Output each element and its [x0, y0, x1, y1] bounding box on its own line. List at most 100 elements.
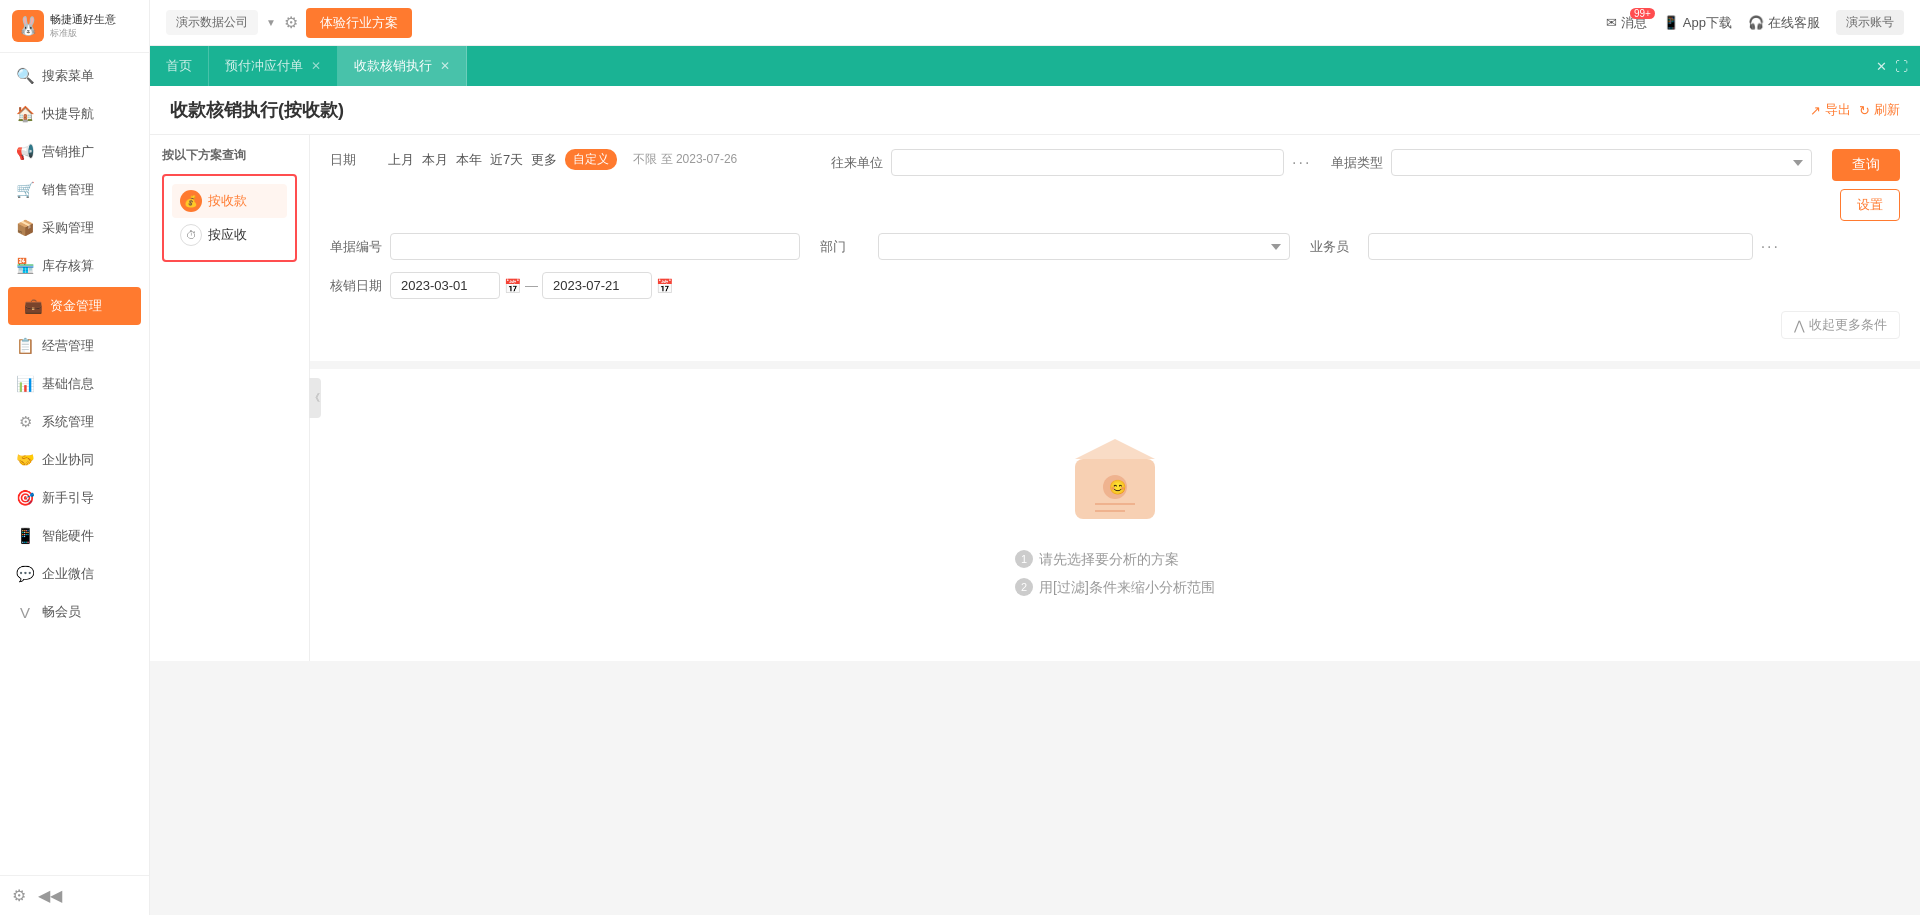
- verify-date-end-input[interactable]: 2023-07-21: [542, 272, 652, 299]
- app-container: 🐰 畅捷通好生意 标准版 🔍 搜索菜单 🏠 快捷导航 📢 营销推广 🛒: [0, 0, 1920, 915]
- empty-section: 😊 1 请先选择要分析的方案: [310, 361, 1920, 661]
- box-icon: 📦: [16, 219, 34, 237]
- handshake-icon: 🤝: [16, 451, 34, 469]
- date-more[interactable]: 更多: [531, 151, 557, 169]
- date-separator: —: [525, 278, 538, 293]
- sidebar-item-quicknav[interactable]: 🏠 快捷导航: [0, 95, 149, 133]
- date-last-month[interactable]: 上月: [388, 151, 414, 169]
- date-custom[interactable]: 自定义: [565, 149, 617, 170]
- sidebar-item-enterprise[interactable]: 🤝 企业协同: [0, 441, 149, 479]
- party-input[interactable]: [891, 149, 1284, 176]
- vip-icon: V: [16, 604, 34, 621]
- filter-by-receivable[interactable]: ⏱ 按应收: [172, 218, 287, 252]
- dept-row: 部门: [820, 233, 1290, 260]
- sidebar-item-funds[interactable]: 💼 资金管理: [8, 287, 141, 325]
- date-7days[interactable]: 近7天: [490, 151, 523, 169]
- verify-date-label: 核销日期: [330, 277, 382, 295]
- collapse-sidebar-icon[interactable]: ◀◀: [38, 886, 62, 905]
- briefcase-icon: 💼: [24, 297, 42, 315]
- date-this-year[interactable]: 本年: [456, 151, 482, 169]
- maximize-window-icon[interactable]: ⛶: [1895, 59, 1908, 74]
- dept-label: 部门: [820, 238, 870, 256]
- tab-verify[interactable]: 收款核销执行 ✕: [338, 46, 467, 86]
- logo-icon: 🐰: [12, 10, 44, 42]
- clipboard-icon: 📋: [16, 337, 34, 355]
- verify-date-start-input[interactable]: 2023-03-01: [390, 272, 500, 299]
- sidebar-item-operations[interactable]: 📋 经营管理: [0, 327, 149, 365]
- svg-text:😊: 😊: [1109, 479, 1127, 496]
- online-service-btn[interactable]: 🎧 在线客服: [1748, 14, 1820, 32]
- app-download-btn[interactable]: 📱 App下载: [1663, 14, 1732, 32]
- settings-bottom-icon[interactable]: ⚙: [12, 886, 26, 905]
- collapse-more: ⋀ 收起更多条件: [330, 303, 1900, 347]
- company-dropdown-icon[interactable]: ▼: [266, 17, 276, 28]
- home-icon: 🏠: [16, 105, 34, 123]
- filter-by-receipt[interactable]: 💰 按收款: [172, 184, 287, 218]
- export-button[interactable]: ↗ 导出: [1810, 101, 1851, 119]
- order-type-select[interactable]: [1391, 149, 1812, 176]
- sidebar-item-member[interactable]: V 畅会员: [0, 593, 149, 631]
- date-shortcuts: 上月 本月 本年 近7天 更多 自定义 不限 至 2023-07-26: [388, 149, 811, 170]
- device-icon: 📱: [16, 527, 34, 545]
- query-section: 日期 上月 本月 本年 近7天 更多 自定义 不限 至 2023-07-26: [310, 135, 1920, 361]
- sidebar-item-marketing[interactable]: 📢 营销推广: [0, 133, 149, 171]
- cart-icon: 🛒: [16, 181, 34, 199]
- collapse-filter-btn[interactable]: 《: [309, 378, 321, 418]
- sidebar-item-purchase[interactable]: 📦 采购管理: [0, 209, 149, 247]
- message-badge: 99+: [1630, 8, 1655, 19]
- page-header: 收款核销执行(按收款) ↗ 导出 ↻ 刷新: [150, 86, 1920, 135]
- staff-dots-btn[interactable]: ···: [1761, 238, 1780, 256]
- collapse-more-btn[interactable]: ⋀ 收起更多条件: [1781, 311, 1900, 339]
- order-no-row: 单据编号: [330, 233, 800, 260]
- industry-btn[interactable]: 体验行业方案: [306, 8, 412, 38]
- query-button[interactable]: 查询: [1832, 149, 1900, 181]
- settings-button[interactable]: 设置: [1840, 189, 1900, 221]
- dept-select[interactable]: [878, 233, 1290, 260]
- party-row: 往来单位 ···: [831, 149, 1312, 176]
- tab-prepayment[interactable]: 预付冲应付单 ✕: [209, 46, 338, 86]
- sidebar-bottom: ⚙ ◀◀: [0, 875, 149, 915]
- topbar-gear-icon[interactable]: ⚙: [284, 13, 298, 32]
- sidebar-item-system[interactable]: ⚙ 系统管理: [0, 403, 149, 441]
- filter-panel-title: 按以下方案查询: [162, 147, 297, 164]
- content-wrapper: 按以下方案查询 💰 按收款 ⏱ 按应收 《: [150, 135, 1920, 661]
- user-avatar[interactable]: 演示账号: [1836, 10, 1904, 35]
- store-icon: 🏪: [16, 257, 34, 275]
- order-no-input[interactable]: [390, 233, 800, 260]
- empty-illustration: 😊: [1055, 429, 1175, 529]
- order-type-row: 单据类型: [1331, 149, 1812, 176]
- main-container: 演示数据公司 ▼ ⚙ 体验行业方案 ✉ 消息 99+ 📱 App下载 🎧 在线客…: [150, 0, 1920, 915]
- sidebar-item-sales[interactable]: 🛒 销售管理: [0, 171, 149, 209]
- chat-icon: 💬: [16, 565, 34, 583]
- sidebar-item-inventory[interactable]: 🏪 库存核算: [0, 247, 149, 285]
- empty-step-2: 2 用[过滤]条件来缩小分析范围: [1015, 573, 1215, 601]
- export-icon: ↗: [1810, 103, 1821, 118]
- date-this-month[interactable]: 本月: [422, 151, 448, 169]
- logo-badge: 标准版: [50, 27, 116, 40]
- headset-icon: 🎧: [1748, 15, 1764, 30]
- refresh-button[interactable]: ↻ 刷新: [1859, 101, 1900, 119]
- order-no-label: 单据编号: [330, 238, 382, 256]
- close-window-icon[interactable]: ✕: [1876, 59, 1887, 74]
- verify-date-end-cal-icon[interactable]: 📅: [656, 278, 673, 294]
- tab-close-prepayment[interactable]: ✕: [311, 59, 321, 73]
- sidebar-item-search[interactable]: 🔍 搜索菜单: [0, 57, 149, 95]
- verify-date-start-cal-icon[interactable]: 📅: [504, 278, 521, 294]
- tab-home[interactable]: 首页: [150, 46, 209, 86]
- page-actions: ↗ 导出 ↻ 刷新: [1810, 101, 1900, 119]
- query-action-col: 查询 设置: [1832, 149, 1900, 221]
- company-name-display: 演示数据公司: [166, 10, 258, 35]
- sidebar-nav: 🔍 搜索菜单 🏠 快捷导航 📢 营销推广 🛒 销售管理 📦 采购管理 🏪: [0, 53, 149, 875]
- chart-icon: 📊: [16, 375, 34, 393]
- empty-steps: 1 请先选择要分析的方案 2 用[过滤]条件来缩小分析范围: [1015, 545, 1215, 601]
- staff-input[interactable]: [1368, 233, 1753, 260]
- sidebar-item-basicinfo[interactable]: 📊 基础信息: [0, 365, 149, 403]
- message-btn[interactable]: ✉ 消息 99+: [1606, 14, 1647, 32]
- sidebar-item-wechat[interactable]: 💬 企业微信: [0, 555, 149, 593]
- tab-close-verify[interactable]: ✕: [440, 59, 450, 73]
- topbar: 演示数据公司 ▼ ⚙ 体验行业方案 ✉ 消息 99+ 📱 App下载 🎧 在线客…: [150, 0, 1920, 46]
- party-dots-btn[interactable]: ···: [1292, 154, 1311, 172]
- empty-step2-text: 用[过滤]条件来缩小分析范围: [1039, 573, 1215, 601]
- sidebar-item-hardware[interactable]: 📱 智能硬件: [0, 517, 149, 555]
- sidebar-item-newbie[interactable]: 🎯 新手引导: [0, 479, 149, 517]
